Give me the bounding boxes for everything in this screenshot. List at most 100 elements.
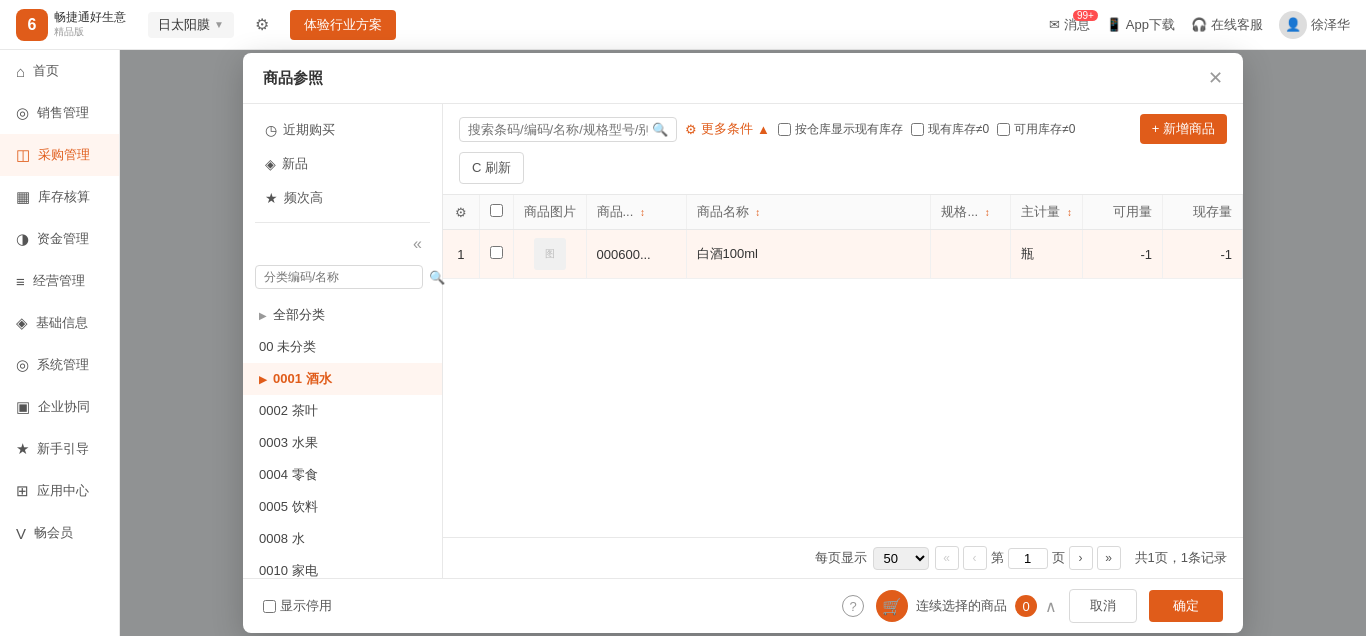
category-0003[interactable]: 0003 水果 xyxy=(243,427,442,459)
purchase-icon: ◫ xyxy=(16,146,30,164)
content-area: 商品参照 ✕ ◷ 近期购买 ◈ 新 xyxy=(120,50,1366,636)
tab-frequent[interactable]: ★ 频次高 xyxy=(255,182,430,214)
category-0005[interactable]: 0005 饮料 xyxy=(243,491,442,523)
per-page-select[interactable]: 20 50 100 xyxy=(873,547,929,570)
row-name: 白酒100ml xyxy=(686,230,931,279)
col-header-code[interactable]: 商品... ↕ xyxy=(586,195,686,230)
online-service-label: 在线客服 xyxy=(1211,16,1263,34)
page-input[interactable] xyxy=(1008,548,1048,569)
category-0002[interactable]: 0002 茶叶 xyxy=(243,395,442,427)
category-0010[interactable]: 0010 家电 xyxy=(243,555,442,578)
tab-new[interactable]: ◈ 新品 xyxy=(255,148,430,180)
show-disabled-label[interactable]: 显示停用 xyxy=(263,597,332,615)
modal-close-button[interactable]: ✕ xyxy=(1208,67,1223,89)
col-header-spec[interactable]: 规格... ↕ xyxy=(931,195,1011,230)
check-stock-ne0-text: 现有库存≠0 xyxy=(928,121,989,138)
col-header-img: 商品图片 xyxy=(513,195,586,230)
user-nav-item[interactable]: 👤 徐泽华 xyxy=(1279,11,1350,39)
cart-icon[interactable]: 🛒 xyxy=(876,590,908,622)
store-name: 日太阳膜 xyxy=(158,16,210,34)
sidebar-item-system[interactable]: ◎ 系统管理 xyxy=(0,344,119,386)
add-product-button[interactable]: + 新增商品 xyxy=(1140,114,1227,144)
table-row[interactable]: 1 图 000600... 白酒100ml 瓶 xyxy=(443,230,1243,279)
modal-overlay: 商品参照 ✕ ◷ 近期购买 ◈ 新 xyxy=(120,50,1366,636)
sidebar-item-basic[interactable]: ◈ 基础信息 xyxy=(0,302,119,344)
last-page-button[interactable]: » xyxy=(1097,546,1121,570)
trial-button[interactable]: 体验行业方案 xyxy=(290,10,396,40)
product-search-icon[interactable]: 🔍 xyxy=(652,122,668,137)
col-header-avail: 可用量 xyxy=(1083,195,1163,230)
sidebar-item-business[interactable]: ≡ 经营管理 xyxy=(0,260,119,302)
help-button[interactable]: ? xyxy=(842,595,864,617)
category-0008[interactable]: 0008 水 xyxy=(243,523,442,555)
col-unit-label: 主计量 xyxy=(1021,204,1060,219)
row-spec xyxy=(931,230,1011,279)
confirm-button[interactable]: 确定 xyxy=(1149,590,1223,622)
member-icon: V xyxy=(16,525,26,542)
sidebar-item-finance[interactable]: ◑ 资金管理 xyxy=(0,218,119,260)
category-label: 全部分类 xyxy=(273,306,325,324)
category-0001[interactable]: ▶ 0001 酒水 xyxy=(243,363,442,395)
cart-count: 0 xyxy=(1015,595,1037,617)
prev-page-button[interactable]: ‹ xyxy=(963,546,987,570)
check-warehouse-label[interactable]: 按仓库显示现有库存 xyxy=(778,121,903,138)
check-warehouse-input[interactable] xyxy=(778,123,791,136)
product-image: 图 xyxy=(534,238,566,270)
nav-right: ✉ 消息 99 📱 App下载 🎧 在线客服 👤 徐泽华 xyxy=(1049,11,1350,39)
cart-label: 连续选择的商品 xyxy=(916,597,1007,615)
sidebar-item-member[interactable]: V 畅会员 xyxy=(0,512,119,554)
online-service-nav-item[interactable]: 🎧 在线客服 xyxy=(1191,16,1263,34)
inventory-icon: ▦ xyxy=(16,188,30,206)
sidebar-item-label: 畅会员 xyxy=(34,524,73,542)
first-page-button[interactable]: « xyxy=(935,546,959,570)
filter-label: 更多条件 xyxy=(701,120,753,138)
row-checkbox[interactable] xyxy=(490,246,503,259)
store-selector[interactable]: 日太阳膜 ▼ xyxy=(148,12,234,38)
check-avail-ne0-label[interactable]: 可用库存≠0 xyxy=(997,121,1075,138)
sidebar-item-purchase[interactable]: ◫ 采购管理 xyxy=(0,134,119,176)
app-download-nav-item[interactable]: 📱 App下载 xyxy=(1106,16,1175,34)
filter-button[interactable]: ⚙ 更多条件 ▲ xyxy=(685,120,770,138)
col-header-check[interactable] xyxy=(479,195,513,230)
category-0004[interactable]: 0004 零食 xyxy=(243,459,442,491)
sidebar-item-home[interactable]: ⌂ 首页 xyxy=(0,50,119,92)
row-avail: -1 xyxy=(1083,230,1163,279)
business-icon: ≡ xyxy=(16,273,25,290)
col-header-name[interactable]: 商品名称 ↕ xyxy=(686,195,931,230)
product-search-input[interactable] xyxy=(468,122,648,137)
sidebar-item-sales[interactable]: ◎ 销售管理 xyxy=(0,92,119,134)
collapse-left-panel-button[interactable]: « xyxy=(401,231,434,257)
category-search-input[interactable] xyxy=(255,265,423,289)
logo-text: 畅捷通好生意 xyxy=(54,10,126,26)
category-00[interactable]: 00 未分类 xyxy=(243,331,442,363)
sidebar-item-enterprise[interactable]: ▣ 企业协同 xyxy=(0,386,119,428)
column-settings-icon[interactable]: ⚙ xyxy=(455,205,467,220)
col-header-settings[interactable]: ⚙ xyxy=(443,195,479,230)
check-stock-ne0-input[interactable] xyxy=(911,123,924,136)
logo-badge: 精品版 xyxy=(54,25,126,39)
select-all-checkbox[interactable] xyxy=(490,204,503,217)
settings-button[interactable]: ⚙ xyxy=(246,9,278,41)
tab-new-label: 新品 xyxy=(282,155,308,173)
sidebar-item-guide[interactable]: ★ 新手引导 xyxy=(0,428,119,470)
check-avail-ne0-input[interactable] xyxy=(997,123,1010,136)
messages-nav-item[interactable]: ✉ 消息 99 xyxy=(1049,16,1090,34)
sidebar-item-inventory[interactable]: ▦ 库存核算 xyxy=(0,176,119,218)
tab-frequent-label: 频次高 xyxy=(284,189,323,207)
row-check[interactable] xyxy=(479,230,513,279)
show-disabled-text: 显示停用 xyxy=(280,597,332,615)
category-all[interactable]: ▶ 全部分类 xyxy=(243,299,442,331)
category-label: 0008 水 xyxy=(259,530,305,548)
gear-icon: ⚙ xyxy=(255,15,269,34)
refresh-button[interactable]: C 刷新 xyxy=(459,152,524,184)
sidebar-item-appcenter[interactable]: ⊞ 应用中心 xyxy=(0,470,119,512)
cancel-button[interactable]: 取消 xyxy=(1069,589,1137,623)
row-num: 1 xyxy=(443,230,479,279)
check-stock-ne0-label[interactable]: 现有库存≠0 xyxy=(911,121,989,138)
col-header-unit[interactable]: 主计量 ↕ xyxy=(1011,195,1083,230)
new-icon: ◈ xyxy=(265,156,276,172)
show-disabled-checkbox[interactable] xyxy=(263,600,276,613)
next-page-button[interactable]: › xyxy=(1069,546,1093,570)
cart-collapse-button[interactable]: ∧ xyxy=(1045,597,1057,616)
tab-recent[interactable]: ◷ 近期购买 xyxy=(255,114,430,146)
